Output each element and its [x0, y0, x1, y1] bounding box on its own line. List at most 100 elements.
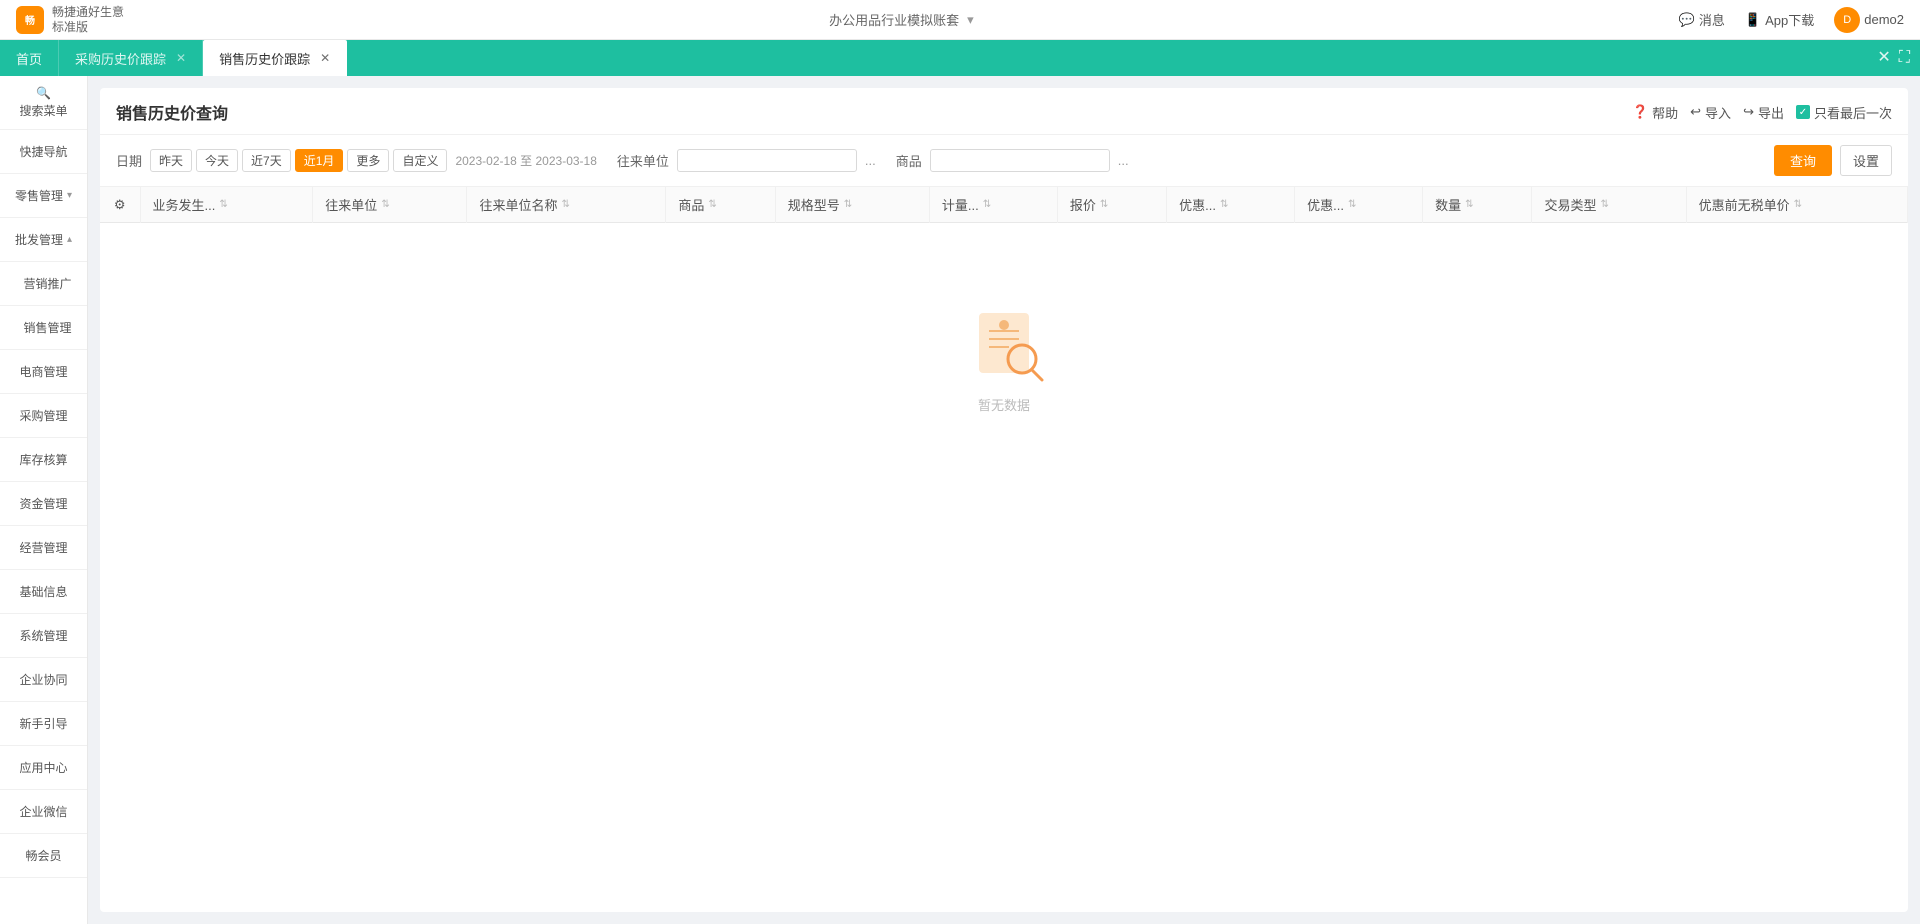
sidebar-item-basic-info[interactable]: 基础信息 [0, 570, 87, 614]
help-action[interactable]: ❓ 帮助 [1632, 103, 1678, 122]
sidebar-item-operations[interactable]: 经营管理 [0, 526, 87, 570]
sort-icon: ⇅ [1600, 199, 1608, 210]
col-discount1[interactable]: 优惠... ⇅ [1167, 187, 1295, 223]
col-counterparty-name[interactable]: 往来单位名称 ⇅ [467, 187, 666, 223]
col-counterparty-code[interactable]: 往来单位 ⇅ [313, 187, 467, 223]
message-nav[interactable]: 💬 消息 [1679, 10, 1725, 29]
sort-icon: ⇅ [1794, 199, 1802, 210]
table-container: ⚙ 业务发生... ⇅ 往来单位 [100, 187, 1908, 912]
page-card: 销售历史价查询 ❓ 帮助 ↩ 导入 ↪ 导出 ✓ [100, 88, 1908, 912]
settings-icon: ⚙ [114, 197, 126, 212]
fullscreen-button[interactable]: ⛶ [1899, 50, 1910, 66]
col-goods[interactable]: 商品 ⇅ [666, 187, 775, 223]
counterparty-input[interactable] [677, 149, 857, 172]
sidebar-item-member[interactable]: 畅会员 [0, 834, 87, 878]
settings-button[interactable]: 设置 [1840, 145, 1892, 176]
col-settings[interactable]: ⚙ [100, 187, 140, 223]
tab-purchase-history[interactable]: 采购历史价跟踪 ✕ [59, 40, 203, 76]
col-trade-type[interactable]: 交易类型 ⇅ [1532, 187, 1686, 223]
filter-bar: 日期 昨天 今天 近7天 近1月 更多 自定义 2023-02-18 至 202… [100, 135, 1908, 187]
help-icon: ❓ [1632, 104, 1648, 120]
empty-illustration [964, 303, 1044, 383]
query-button[interactable]: 查询 [1774, 145, 1832, 176]
empty-state: 暂无数据 [100, 223, 1908, 494]
col-quoted-price[interactable]: 报价 ⇅ [1057, 187, 1166, 223]
sidebar: 🔍 搜索菜单 快捷导航 零售管理 ▾ 批发管理 ▴ 营销推广 销售管理 电商管理… [0, 76, 88, 924]
date-btn-more[interactable]: 更多 [347, 149, 389, 172]
sidebar-item-retail[interactable]: 零售管理 ▾ [0, 174, 87, 218]
sort-icon: ⇅ [1348, 199, 1356, 210]
sidebar-item-quick-nav[interactable]: 快捷导航 [0, 130, 87, 174]
sidebar-item-purchase[interactable]: 采购管理 [0, 394, 87, 438]
counterparty-picker-btn[interactable]: ... [865, 153, 876, 168]
col-quantity[interactable]: 数量 ⇅ [1423, 187, 1532, 223]
sidebar-item-app-center[interactable]: 应用中心 [0, 746, 87, 790]
export-action[interactable]: ↪ 导出 [1743, 103, 1784, 122]
sidebar-item-marketing[interactable]: 营销推广 [0, 262, 87, 306]
sort-icon: ⇅ [983, 199, 991, 210]
col-pretax-price[interactable]: 优惠前无税单价 ⇅ [1686, 187, 1907, 223]
tab-home[interactable]: 首页 [0, 40, 59, 76]
export-icon: ↪ [1743, 104, 1754, 120]
top-header: 畅 畅捷通好生意 标准版 办公用品行业模拟账套 ▾ 💬 消息 📱 App下载 D… [0, 0, 1920, 40]
date-btn-custom[interactable]: 自定义 [393, 149, 447, 172]
col-unit[interactable]: 计量... ⇅ [929, 187, 1057, 223]
col-spec[interactable]: 规格型号 ⇅ [775, 187, 929, 223]
date-filter-group: 日期 昨天 今天 近7天 近1月 更多 自定义 2023-02-18 至 202… [116, 149, 597, 172]
tab-close-sales[interactable]: ✕ [320, 51, 330, 65]
date-range-text: 2023-02-18 至 2023-03-18 [455, 152, 596, 169]
date-buttons: 昨天 今天 近7天 近1月 更多 自定义 [150, 149, 447, 172]
checkbox-checked-icon: ✓ [1796, 105, 1810, 119]
import-icon: ↩ [1690, 104, 1701, 120]
counterparty-filter-group: 往来单位 ... [617, 149, 876, 172]
sort-icon: ⇅ [381, 199, 389, 210]
sidebar-item-system[interactable]: 系统管理 [0, 614, 87, 658]
page-title: 销售历史价查询 [116, 100, 228, 124]
chevron-down-icon: ▾ [967, 12, 974, 28]
date-btn-7days[interactable]: 近7天 [242, 149, 291, 172]
tab-bar: 首页 采购历史价跟踪 ✕ 销售历史价跟踪 ✕ ✕ ⛶ [0, 40, 1920, 76]
tab-close-purchase[interactable]: ✕ [176, 51, 186, 65]
phone-icon: 📱 [1745, 12, 1761, 28]
goods-input[interactable] [930, 149, 1110, 172]
sidebar-item-enterprise-coop[interactable]: 企业协同 [0, 658, 87, 702]
sort-icon: ⇅ [844, 199, 852, 210]
sort-icon: ⇅ [1220, 199, 1228, 210]
date-btn-1month[interactable]: 近1月 [295, 149, 344, 172]
chevron-down-icon: ▾ [67, 190, 72, 201]
close-tab-button[interactable]: ✕ [1877, 50, 1890, 66]
app-download-nav[interactable]: 📱 App下载 [1745, 10, 1814, 29]
filter-actions: 查询 设置 [1774, 145, 1892, 176]
tab-right-controls: ✕ ⛶ [1877, 50, 1920, 66]
logo-text: 畅捷通好生意 标准版 [52, 5, 124, 34]
sidebar-item-ecommerce[interactable]: 电商管理 [0, 350, 87, 394]
svg-text:畅: 畅 [25, 14, 35, 27]
sidebar-item-wholesale[interactable]: 批发管理 ▴ [0, 218, 87, 262]
date-btn-yesterday[interactable]: 昨天 [150, 149, 192, 172]
date-btn-today[interactable]: 今天 [196, 149, 238, 172]
empty-text: 暂无数据 [978, 395, 1030, 414]
col-discount2[interactable]: 优惠... ⇅ [1295, 187, 1423, 223]
header-right: 💬 消息 📱 App下载 D demo2 [1679, 7, 1904, 33]
only-latest-checkbox[interactable]: ✓ 只看最后一次 [1796, 103, 1892, 122]
message-icon: 💬 [1679, 12, 1695, 28]
sidebar-item-inventory[interactable]: 库存核算 [0, 438, 87, 482]
page-actions: ❓ 帮助 ↩ 导入 ↪ 导出 ✓ 只看最后一次 [1632, 103, 1892, 122]
search-icon: 🔍 [36, 86, 51, 100]
goods-picker-btn[interactable]: ... [1118, 153, 1129, 168]
sort-icon: ⇅ [219, 199, 227, 210]
col-biz-date[interactable]: 业务发生... ⇅ [140, 187, 313, 223]
sidebar-item-finance[interactable]: 资金管理 [0, 482, 87, 526]
import-action[interactable]: ↩ 导入 [1690, 103, 1731, 122]
sort-icon: ⇅ [708, 199, 716, 210]
sidebar-item-enterprise-wechat[interactable]: 企业微信 [0, 790, 87, 834]
sidebar-item-search-menu[interactable]: 🔍 搜索菜单 [0, 76, 87, 130]
sort-icon: ⇅ [561, 199, 569, 210]
sidebar-item-sales-mgmt[interactable]: 销售管理 [0, 306, 87, 350]
goods-filter-group: 商品 ... [896, 149, 1129, 172]
header-app-selector[interactable]: 办公用品行业模拟账套 ▾ [829, 10, 974, 29]
main-layout: 🔍 搜索菜单 快捷导航 零售管理 ▾ 批发管理 ▴ 营销推广 销售管理 电商管理… [0, 76, 1920, 924]
sidebar-item-beginner[interactable]: 新手引导 [0, 702, 87, 746]
tab-sales-history[interactable]: 销售历史价跟踪 ✕ [203, 40, 347, 76]
user-nav[interactable]: D demo2 [1834, 7, 1904, 33]
